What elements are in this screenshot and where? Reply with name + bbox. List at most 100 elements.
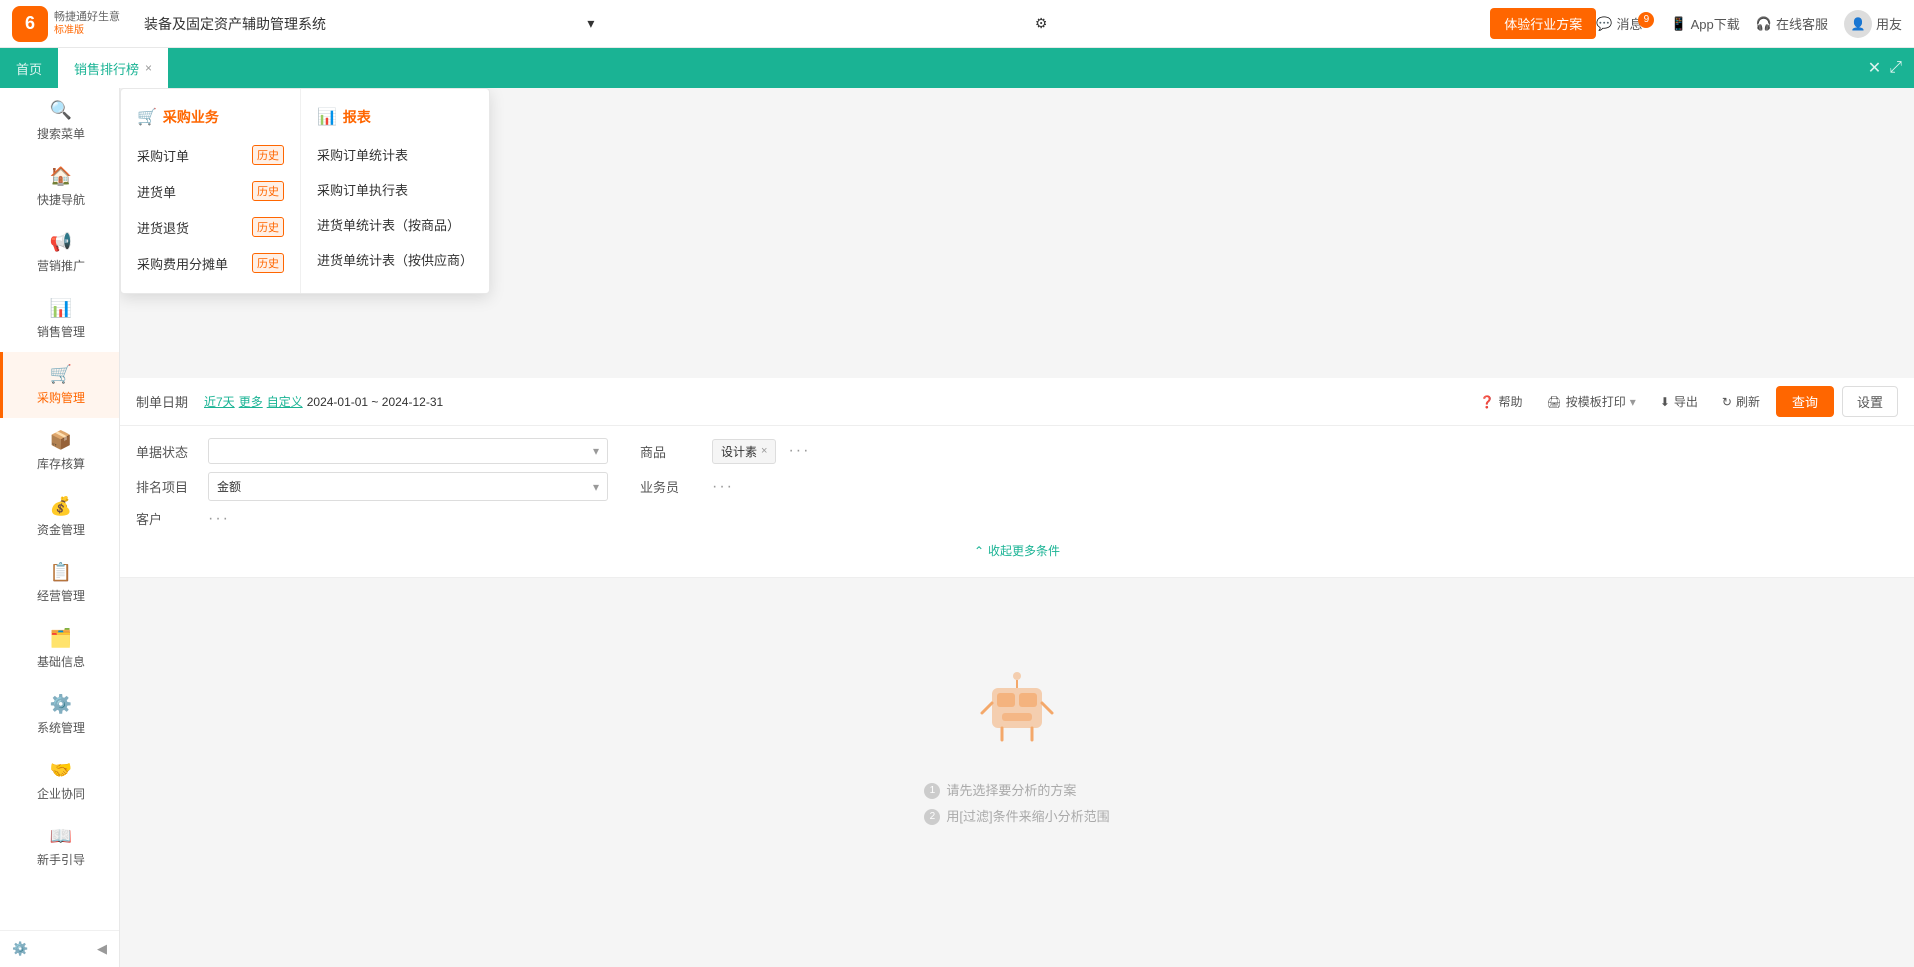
content-area: 🛒 采购业务 采购订单 历史 进货单 历史 进货退货 历史 采购费用分摊单: [120, 88, 1914, 967]
notification-badge: 9: [1638, 12, 1654, 28]
collapse-row[interactable]: ⌃ 收起更多条件: [136, 536, 1898, 565]
sidebar-item-guide[interactable]: 📖 新手引导: [0, 814, 119, 880]
tab-close-icon[interactable]: ×: [145, 61, 152, 75]
sidebar-item-purchase[interactable]: 🛒 采购管理: [0, 352, 119, 418]
salesman-label: 业务员: [640, 477, 700, 496]
purchase-menu-icon: 🛒: [137, 107, 157, 127]
tip-num-1: 1: [924, 783, 940, 799]
print-btn[interactable]: 🖨 按模板打印 ▾: [1539, 389, 1644, 414]
tab-maximize-icon[interactable]: ⤢: [1889, 59, 1902, 77]
dropdown-col-purchase: 🛒 采购业务 采购订单 历史 进货单 历史 进货退货 历史 采购费用分摊单: [121, 89, 301, 293]
headset-icon: 🎧: [1756, 16, 1772, 32]
history-badge-1: 历史: [252, 181, 284, 201]
industry-btn[interactable]: 体验行业方案: [1490, 8, 1596, 39]
sidebar-item-marketing[interactable]: 📢 营销推广: [0, 220, 119, 286]
tab-bar: 首页 销售排行榜 × ✕ ⤢: [0, 48, 1914, 88]
sidebar-item-finance[interactable]: 💰 资金管理: [0, 484, 119, 550]
refresh-icon: ↻: [1722, 395, 1732, 409]
customer-more-btn[interactable]: ···: [208, 510, 230, 528]
sidebar-item-basic-info[interactable]: 🗂️ 基础信息: [0, 616, 119, 682]
print-dropdown-icon: ▾: [1630, 395, 1636, 409]
menu-item-purchase-order-exec[interactable]: 采购订单执行表: [301, 172, 489, 207]
filter-row-1: 单据状态 ▾ 商品 设计素 × ···: [136, 438, 1898, 464]
rank-label: 排名项目: [136, 477, 196, 496]
sidebar-item-search[interactable]: 🔍 搜索菜单: [0, 88, 119, 154]
menu-item-purchase-order-stat[interactable]: 采购订单统计表: [301, 137, 489, 172]
query-btn[interactable]: 查询: [1776, 386, 1834, 417]
tab-sales-ranking[interactable]: 销售排行榜 ×: [58, 48, 168, 88]
sidebar-item-system[interactable]: ⚙️ 系统管理: [0, 682, 119, 748]
dropdown-col-report: 📊 报表 采购订单统计表 采购订单执行表 进货单统计表（按商品） 进货单统计表（…: [301, 89, 489, 293]
tab-bar-right: ✕ ⤢: [1868, 58, 1914, 78]
date-label: 制单日期: [136, 392, 196, 411]
toolbar-actions: ❓ 帮助 🖨 按模板打印 ▾ ⬇ 导出 ↻ 刷新: [1472, 386, 1898, 417]
info-icon: 🗂️: [50, 628, 72, 649]
empty-illustration: [967, 658, 1067, 758]
sidebar-item-inventory[interactable]: 📦 库存核算: [0, 418, 119, 484]
settings-gear-icon[interactable]: ⚙: [1035, 15, 1474, 32]
date-value: 2024-01-01 ~ 2024-12-31: [307, 395, 443, 409]
menu-item-return[interactable]: 进货退货 历史: [121, 209, 300, 245]
menu-item-purchase-order[interactable]: 采购订单 历史: [121, 137, 300, 173]
handshake-icon: 🤝: [50, 760, 72, 781]
sidebar-collapse-icon[interactable]: ◀: [97, 941, 107, 957]
rank-select[interactable]: 金额 ▾: [208, 472, 608, 501]
export-btn[interactable]: ⬇ 导出: [1652, 389, 1706, 414]
goods-tag: 设计素 ×: [712, 439, 776, 464]
date-shortcut-7days[interactable]: 近7天: [204, 393, 235, 410]
system-icon: ⚙️: [50, 694, 72, 715]
collapse-up-icon: ⌃: [974, 544, 984, 558]
salesman-more-btn[interactable]: ···: [712, 478, 734, 496]
logo-text: 畅捷通好生意 标准版: [54, 10, 120, 37]
date-shortcut-custom[interactable]: 自定义: [267, 393, 303, 410]
dropdown-col2-header: 📊 报表: [301, 101, 489, 137]
export-icon: ⬇: [1660, 395, 1670, 409]
menu-item-incoming-by-supplier[interactable]: 进货单统计表（按供应商）: [301, 242, 489, 277]
menu-item-incoming[interactable]: 进货单 历史: [121, 173, 300, 209]
goods-more-btn[interactable]: ···: [788, 442, 810, 460]
report-menu-icon: 📊: [317, 107, 337, 127]
settings-btn[interactable]: 设置: [1842, 386, 1898, 417]
date-shortcut-more[interactable]: 更多: [239, 393, 263, 410]
refresh-btn[interactable]: ↻ 刷新: [1714, 389, 1768, 414]
system-title-chevron-icon[interactable]: ▾: [587, 15, 1026, 32]
goods-tag-close-icon[interactable]: ×: [761, 445, 767, 457]
dropdown-menu: 🛒 采购业务 采购订单 历史 进货单 历史 进货退货 历史 采购费用分摊单: [120, 88, 490, 294]
search-icon: 🔍: [50, 100, 72, 121]
header-right: 💬 消息 9 📱 App下载 🎧 在线客服 👤 用友: [1596, 10, 1902, 38]
date-range: 近7天 更多 自定义 2024-01-01 ~ 2024-12-31: [204, 393, 443, 410]
dropdown-col1-header: 🛒 采购业务: [121, 101, 300, 137]
home-icon: 🏠: [50, 166, 72, 187]
message-icon: 💬: [1596, 16, 1612, 32]
app-download-btn[interactable]: 📱 App下载: [1670, 14, 1739, 33]
filter-row-2: 排名项目 金额 ▾ 业务员 ···: [136, 472, 1898, 501]
filter-row-3: 客户 ···: [136, 509, 1898, 528]
notification-btn[interactable]: 💬 消息 9: [1596, 14, 1654, 33]
filter-toolbar-wrapper: 制单日期 近7天 更多 自定义 2024-01-01 ~ 2024-12-31 …: [120, 378, 1914, 910]
clipboard-icon: 📋: [50, 562, 72, 583]
status-label: 单据状态: [136, 442, 196, 461]
rank-chevron-icon: ▾: [593, 480, 599, 494]
sidebar-item-sales[interactable]: 📊 销售管理: [0, 286, 119, 352]
menu-item-incoming-by-goods[interactable]: 进货单统计表（按商品）: [301, 207, 489, 242]
logo-icon: 6: [12, 6, 48, 42]
menu-item-expense[interactable]: 采购费用分摊单 历史: [121, 245, 300, 281]
top-header: 6 畅捷通好生意 标准版 装备及固定资产辅助管理系统 ▾ ⚙ 体验行业方案 💬 …: [0, 0, 1914, 48]
sidebar-item-quick-nav[interactable]: 🏠 快捷导航: [0, 154, 119, 220]
online-service-btn[interactable]: 🎧 在线客服: [1756, 14, 1828, 33]
status-chevron-icon: ▾: [593, 444, 599, 458]
empty-tips: 1 请先选择要分析的方案 2 用[过滤]条件来缩小分析范围: [924, 778, 1109, 830]
tab-home[interactable]: 首页: [0, 48, 58, 88]
mobile-icon: 📱: [1670, 16, 1686, 32]
sidebar-item-enterprise[interactable]: 🤝 企业协同: [0, 748, 119, 814]
logo-area: 6 畅捷通好生意 标准版: [12, 6, 132, 42]
sidebar-settings-icon[interactable]: ⚙️: [12, 941, 28, 957]
history-badge-0: 历史: [252, 145, 284, 165]
sidebar-item-operations[interactable]: 📋 经营管理: [0, 550, 119, 616]
status-select[interactable]: ▾: [208, 438, 608, 464]
help-btn[interactable]: ❓ 帮助: [1472, 389, 1531, 414]
tab-close-window-icon[interactable]: ✕: [1868, 58, 1881, 78]
goods-label: 商品: [640, 442, 700, 461]
user-btn[interactable]: 👤 用友: [1844, 10, 1902, 38]
customer-label: 客户: [136, 509, 196, 528]
